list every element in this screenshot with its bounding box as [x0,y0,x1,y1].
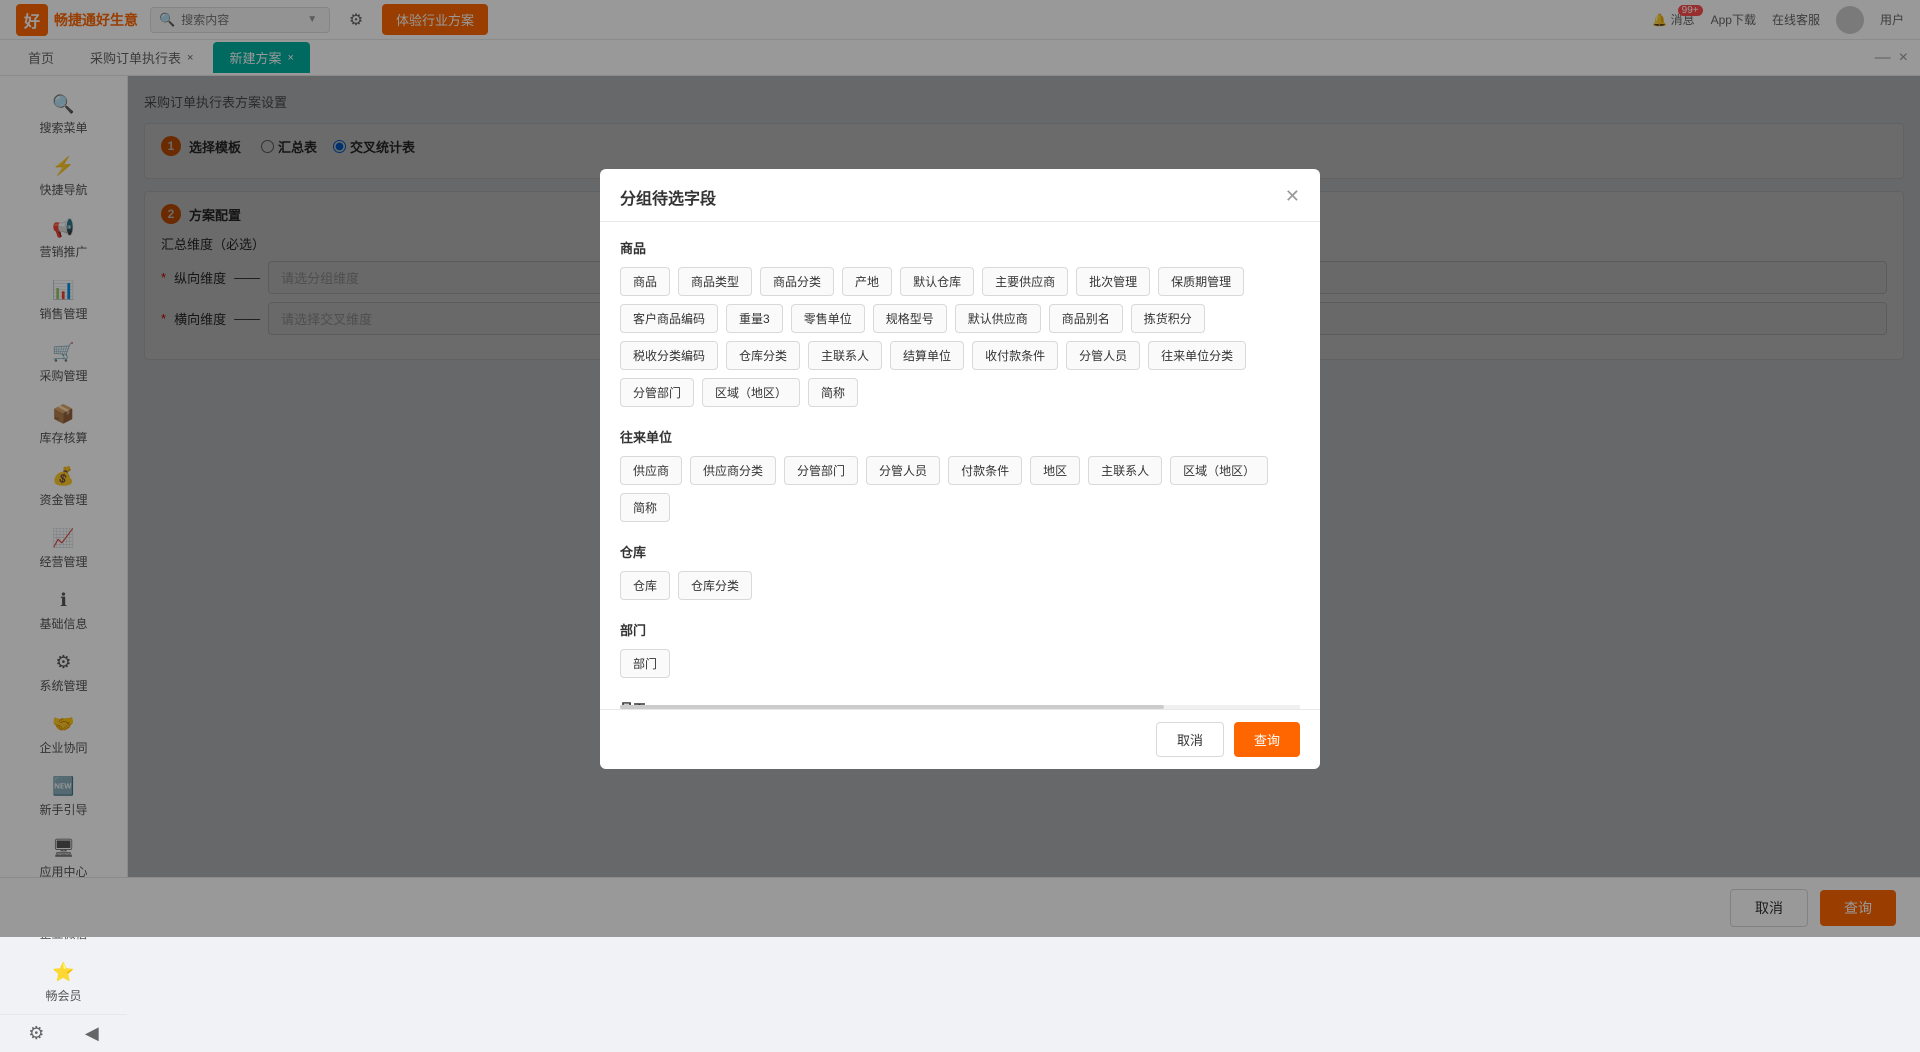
sidebar-item-member-label: 畅会员 [45,987,81,1004]
field-tag[interactable]: 分管部门 [784,456,858,485]
field-tags: 商品商品类型商品分类产地默认仓库主要供应商批次管理保质期管理客户商品编码重量3 零… [620,267,1300,407]
modal-cancel-button[interactable]: 取消 [1156,722,1224,757]
field-tag[interactable]: 商品类型 [678,267,752,296]
field-tags: 仓库仓库分类 [620,571,1300,600]
modal-title: 分组待选字段 [620,185,716,209]
field-tag[interactable]: 分管人员 [866,456,940,485]
field-section-title: 员工 [620,698,1300,705]
field-tags: 部门 [620,649,1300,678]
field-tag[interactable]: 默认供应商 [955,304,1041,333]
field-section-title: 往来单位 [620,427,1300,446]
field-tag[interactable]: 区域（地区） [702,378,800,407]
field-tag[interactable]: 简称 [620,493,670,522]
field-tag[interactable]: 商品分类 [760,267,834,296]
field-tag[interactable]: 分管部门 [620,378,694,407]
field-tag[interactable]: 产地 [842,267,892,296]
field-tag[interactable]: 简称 [808,378,858,407]
field-tag[interactable]: 收付款条件 [972,341,1058,370]
modal-footer: 取消 查询 [600,709,1320,769]
field-tag[interactable]: 区域（地区） [1170,456,1268,485]
field-section-title: 仓库 [620,542,1300,561]
field-tag[interactable]: 客户商品编码 [620,304,718,333]
field-tags: 供应商供应商分类分管部门分管人员付款条件地区主联系人区域（地区） 简称 [620,456,1300,522]
field-section-往来单位: 往来单位供应商供应商分类分管部门分管人员付款条件地区主联系人区域（地区） 简称 [620,427,1300,522]
field-tag[interactable]: 结算单位 [890,341,964,370]
field-tag[interactable]: 商品别名 [1049,304,1123,333]
field-tag[interactable]: 重量3 [726,304,783,333]
sidebar-bottom: ⚙ ◀ [0,1014,127,1052]
field-section-仓库: 仓库仓库仓库分类 [620,542,1300,600]
field-tag[interactable]: 默认仓库 [900,267,974,296]
field-tag[interactable]: 供应商 [620,456,682,485]
modal-overlay: 分组待选字段 ✕ 商品商品商品类型商品分类产地默认仓库主要供应商批次管理保质期管… [0,0,1920,937]
field-section-部门: 部门部门 [620,620,1300,678]
field-tag[interactable]: 部门 [620,649,670,678]
field-tag[interactable]: 仓库 [620,571,670,600]
modal-body[interactable]: 商品商品商品类型商品分类产地默认仓库主要供应商批次管理保质期管理客户商品编码重量… [600,222,1320,705]
field-tag[interactable]: 主要供应商 [982,267,1068,296]
field-tag[interactable]: 仓库分类 [726,341,800,370]
field-tag[interactable]: 地区 [1030,456,1080,485]
field-tag[interactable]: 供应商分类 [690,456,776,485]
field-section-员工: 员工业务员 [620,698,1300,705]
field-section-title: 部门 [620,620,1300,639]
field-tag[interactable]: 付款条件 [948,456,1022,485]
sidebar-collapse-icon[interactable]: ◀ [85,1023,99,1044]
modal-dialog: 分组待选字段 ✕ 商品商品商品类型商品分类产地默认仓库主要供应商批次管理保质期管… [600,169,1320,769]
modal-header: 分组待选字段 ✕ [600,169,1320,222]
field-tag[interactable]: 商品 [620,267,670,296]
sidebar-settings-icon[interactable]: ⚙ [28,1023,44,1044]
field-tag[interactable]: 拣货积分 [1131,304,1205,333]
field-tag[interactable]: 规格型号 [873,304,947,333]
field-tag[interactable]: 主联系人 [1088,456,1162,485]
field-tag[interactable]: 往来单位分类 [1148,341,1246,370]
field-tag[interactable]: 分管人员 [1066,341,1140,370]
member-icon: ⭐ [52,962,74,983]
modal-confirm-button[interactable]: 查询 [1234,722,1300,757]
field-tag[interactable]: 主联系人 [808,341,882,370]
field-tag[interactable]: 保质期管理 [1158,267,1244,296]
field-section-title: 商品 [620,238,1300,257]
field-tag[interactable]: 零售单位 [791,304,865,333]
field-section-商品: 商品商品商品类型商品分类产地默认仓库主要供应商批次管理保质期管理客户商品编码重量… [620,238,1300,407]
field-tag[interactable]: 批次管理 [1076,267,1150,296]
field-tag[interactable]: 仓库分类 [678,571,752,600]
sidebar-item-member[interactable]: ⭐ 畅会员 [0,952,127,1014]
modal-close-button[interactable]: ✕ [1285,186,1300,207]
field-tag[interactable]: 税收分类编码 [620,341,718,370]
